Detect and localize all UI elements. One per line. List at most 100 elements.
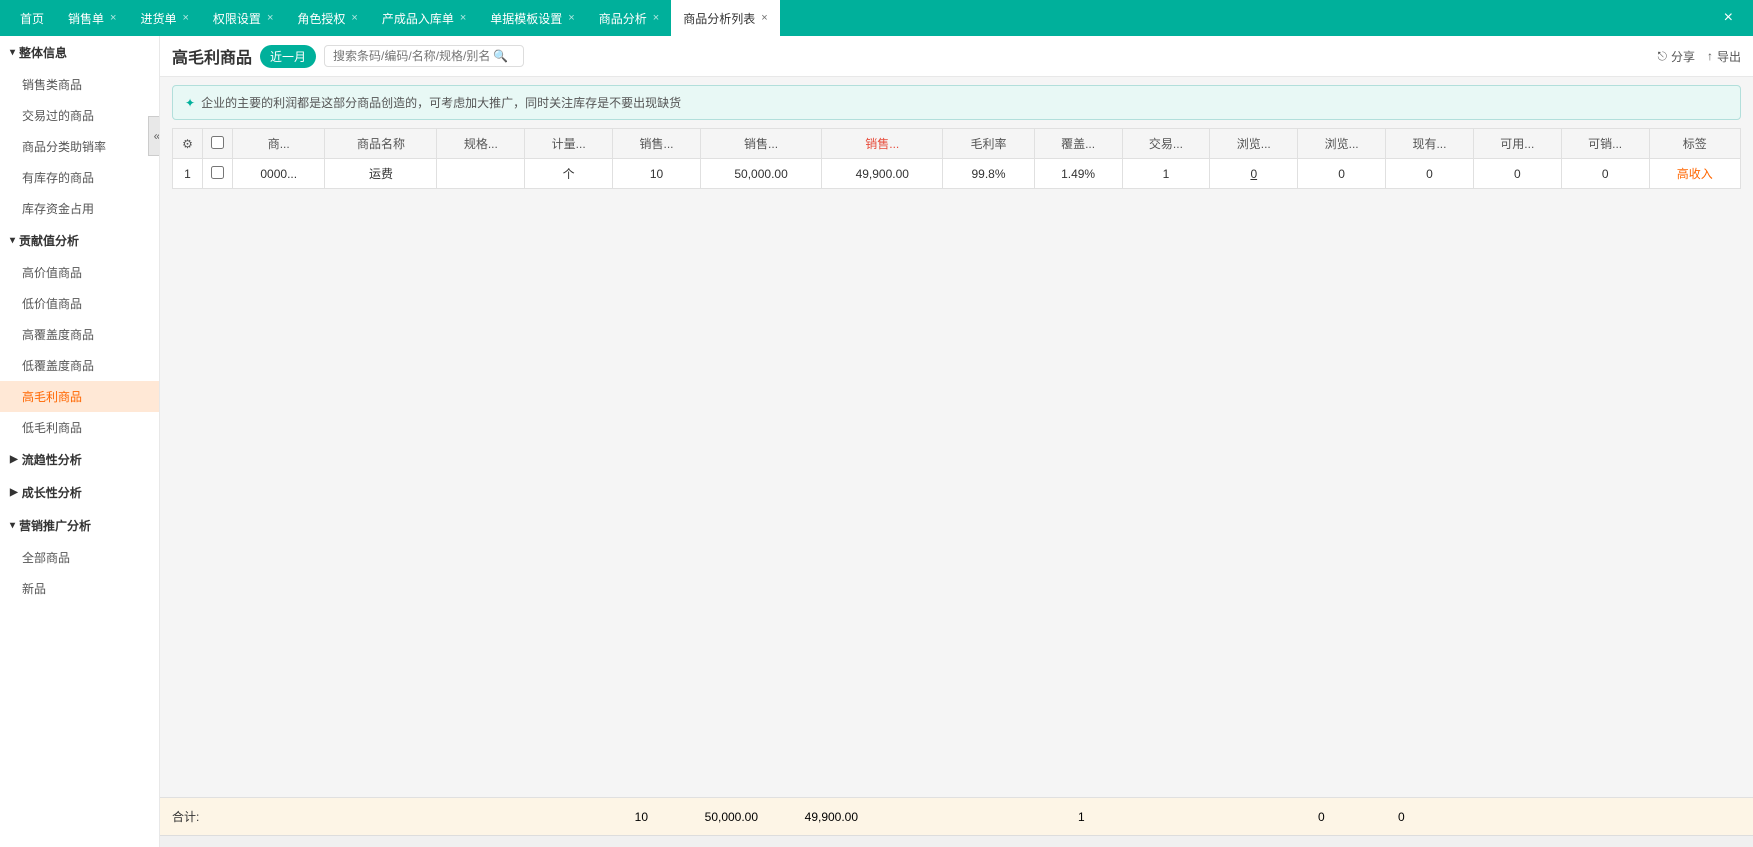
row-checkbox[interactable] [203,159,233,189]
col-current-stock[interactable]: 现有... [1386,129,1474,159]
sidebar-item-new-goods[interactable]: 新品 [0,573,159,604]
share-icon: ⎋ [1657,49,1667,64]
col-browse2[interactable]: 浏览... [1298,129,1386,159]
search-input[interactable] [333,49,493,63]
row-browse2: 0 [1298,159,1386,189]
row-name: 运费 [325,159,437,189]
close-permission-tab[interactable]: × [267,12,273,24]
chevron-down-icon: ▾ [10,235,15,246]
nav-product-analysis[interactable]: 商品分析 × [587,0,671,36]
close-product-analysis-list-tab[interactable]: × [761,12,767,24]
sidebar-section-overall[interactable]: ▾ 整体信息 [0,36,159,69]
row-sales-cost: 49,900.00 [822,159,943,189]
row-index: 1 [173,159,203,189]
close-product-analysis-tab[interactable]: × [653,12,659,24]
footer-sales-cost: 49,900.00 [781,810,881,824]
top-navigation: 首页 销售单 × 进货单 × 权限设置 × 角色授权 × 产成品入库单 × 单据… [0,0,1753,36]
col-checkbox[interactable] [203,129,233,159]
sidebar-section-contribution[interactable]: ▾ 贡献值分析 [0,224,159,257]
nav-template[interactable]: 单据模板设置 × [478,0,586,36]
col-tx-count[interactable]: 交易... [1122,129,1210,159]
col-name[interactable]: 商品名称 [325,129,437,159]
sidebar-item-stock-goods[interactable]: 有库存的商品 [0,162,159,193]
nav-purchase[interactable]: 进货单 × [128,0,200,36]
sidebar-collapse-button[interactable]: « [148,116,160,156]
chevron-right-icon: ▶ [10,487,18,498]
chevron-down-icon: ▾ [10,520,15,531]
close-role-tab[interactable]: × [351,12,357,24]
col-spec[interactable]: 规格... [437,129,525,159]
export-icon: ↑ [1707,49,1713,63]
table-body: 1 0000... 运费 个 10 50,000.00 49,900.00 99… [173,159,1741,189]
sidebar-item-high-margin[interactable]: 高毛利商品 [0,381,159,412]
col-gross-margin[interactable]: 毛利率 [943,129,1034,159]
row-spec [437,159,525,189]
sidebar-item-high-coverage[interactable]: 高覆盖度商品 [0,319,159,350]
sidebar-item-stock-capital[interactable]: 库存资金占用 [0,193,159,224]
col-code[interactable]: 商... [233,129,325,159]
sidebar-item-high-value[interactable]: 高价值商品 [0,257,159,288]
nav-product-analysis-list[interactable]: 商品分析列表 × [671,0,779,36]
col-coverage[interactable]: 覆盖... [1034,129,1122,159]
col-sales-qty[interactable]: 销售... [613,129,701,159]
col-tag[interactable]: 标签 [1649,129,1740,159]
time-filter-button[interactable]: 近一月 [260,45,316,68]
col-unit[interactable]: 计量... [525,129,613,159]
sidebar-item-low-coverage[interactable]: 低覆盖度商品 [0,350,159,381]
col-sales-cost[interactable]: 销售... [822,129,943,159]
main-layout: « ▾ 整体信息 销售类商品 交易过的商品 商品分类助销率 有库存的商品 库存资… [0,36,1753,847]
row-saleable-stock: 0 [1561,159,1649,189]
sidebar-item-low-value[interactable]: 低价值商品 [0,288,159,319]
sidebar-section-trend[interactable]: ▶ 流趋性分析 [0,443,159,476]
nav-sales[interactable]: 销售单 × [56,0,128,36]
col-avail-stock[interactable]: 可用... [1473,129,1561,159]
row-tx-count: 1 [1122,159,1210,189]
search-icon[interactable]: 🔍 [493,49,508,63]
sidebar-item-category-rate[interactable]: 商品分类助销率 [0,131,159,162]
sidebar-item-sales-goods[interactable]: 销售类商品 [0,69,159,100]
col-sales-amt[interactable]: 销售... [700,129,821,159]
row-avail-stock: 0 [1473,159,1561,189]
close-template-tab[interactable]: × [568,12,574,24]
export-button[interactable]: ↑ 导出 [1707,48,1741,65]
sidebar-section-marketing[interactable]: ▾ 营销推广分析 [0,509,159,542]
content-area: 高毛利商品 近一月 🔍 ⎋ 分享 ↑ 导出 ✦ 企业的主要的利润都是这部分商品创… [160,36,1753,847]
footer-tx-count: 1 [1041,810,1121,824]
col-browse1[interactable]: 浏览... [1210,129,1298,159]
row-current-stock: 0 [1386,159,1474,189]
nav-role[interactable]: 角色授权 × [285,0,369,36]
footer-current-stock: 0 [1281,810,1361,824]
share-button[interactable]: ⎋ 分享 [1657,48,1695,65]
close-sales-tab[interactable]: × [110,12,116,24]
table-row: 1 0000... 运费 个 10 50,000.00 49,900.00 99… [173,159,1741,189]
footer-avail-stock: 0 [1361,810,1441,824]
close-window-button[interactable]: × [1712,9,1745,27]
horizontal-scrollbar[interactable] [160,835,1753,847]
table-header-row: ⚙ 商... 商品名称 规格... 计量... 销售... 销售... 销售..… [173,129,1741,159]
col-settings[interactable]: ⚙ [173,129,203,159]
nav-product-entry[interactable]: 产成品入库单 × [370,0,478,36]
close-purchase-tab[interactable]: × [182,12,188,24]
chevron-down-icon: ▾ [10,47,15,58]
search-box: 🔍 [324,45,524,67]
row-browse1[interactable]: 0 [1210,159,1298,189]
info-icon: ✦ [185,96,195,110]
table-container: ⚙ 商... 商品名称 规格... 计量... 销售... 销售... 销售..… [172,128,1741,797]
data-table: ⚙ 商... 商品名称 规格... 计量... 销售... 销售... 销售..… [172,128,1741,189]
sidebar-item-low-margin[interactable]: 低毛利商品 [0,412,159,443]
row-unit: 个 [525,159,613,189]
nav-home[interactable]: 首页 [8,0,56,36]
footer-label: 合计: [172,808,199,825]
col-saleable-stock[interactable]: 可销... [1561,129,1649,159]
sidebar-item-all-goods[interactable]: 全部商品 [0,542,159,573]
row-select-checkbox[interactable] [211,166,224,179]
content-header: 高毛利商品 近一月 🔍 ⎋ 分享 ↑ 导出 [160,36,1753,77]
row-coverage: 1.49% [1034,159,1122,189]
row-code: 0000... [233,159,325,189]
select-all-checkbox[interactable] [211,136,224,149]
close-product-entry-tab[interactable]: × [460,12,466,24]
info-banner: ✦ 企业的主要的利润都是这部分商品创造的，可考虑加大推广，同时关注库存是不要出现… [172,85,1741,120]
nav-permission[interactable]: 权限设置 × [201,0,285,36]
sidebar-item-traded-goods[interactable]: 交易过的商品 [0,100,159,131]
sidebar-section-growth[interactable]: ▶ 成长性分析 [0,476,159,509]
